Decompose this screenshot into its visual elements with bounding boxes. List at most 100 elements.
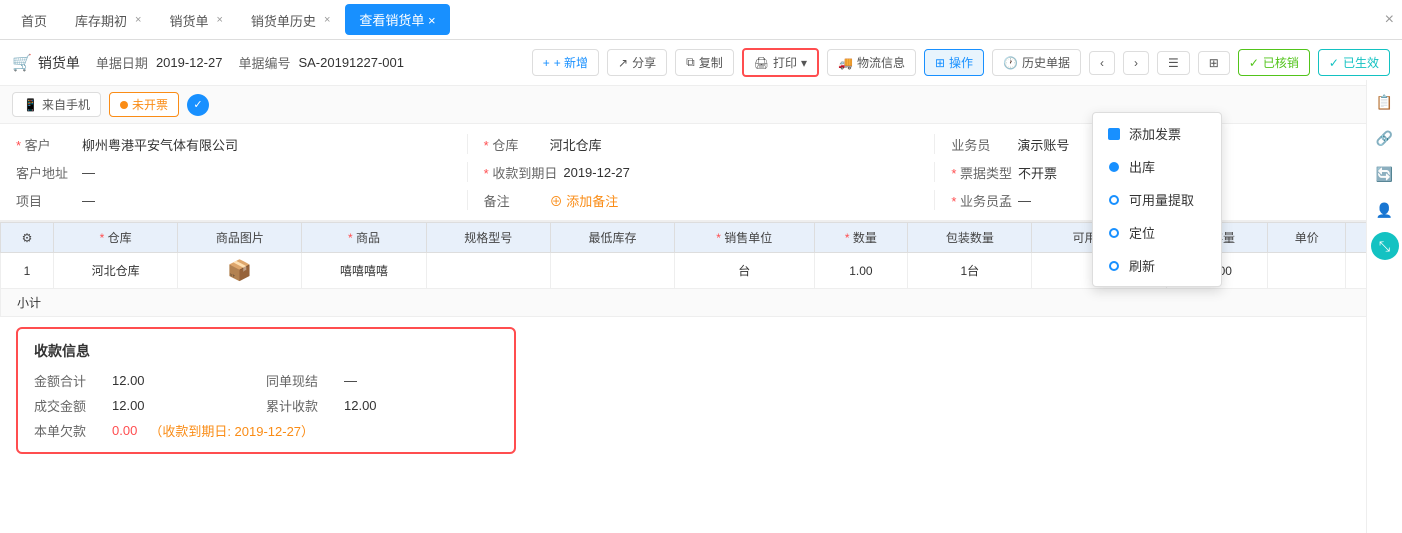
tab-sales-close[interactable]: × xyxy=(216,14,222,26)
view-grid-button[interactable]: ⊞ xyxy=(1198,51,1230,75)
locate-icon xyxy=(1107,226,1121,240)
tab-inventory-close[interactable]: × xyxy=(135,14,141,26)
cell-sales-unit: 台 xyxy=(675,253,815,289)
dropdown-item-outbound[interactable]: 出库 xyxy=(1093,150,1221,183)
from-phone-button[interactable]: 📱 来自手机 xyxy=(12,92,101,117)
tab-home-label: 首页 xyxy=(21,11,47,30)
project-value: — xyxy=(82,193,95,208)
col-image: 商品图片 xyxy=(178,223,302,253)
plus-icon: + xyxy=(543,56,550,70)
warehouse-field: 仓库 河北仓库 xyxy=(484,135,919,154)
sales-icon: 🛒 xyxy=(12,53,32,73)
outbound-label: 出库 xyxy=(1129,157,1155,176)
refresh-label: 刷新 xyxy=(1129,256,1155,275)
date-value: 2019-12-27 xyxy=(156,55,223,70)
col-product: 商品 xyxy=(302,223,426,253)
address-field: 客户地址 — xyxy=(16,163,451,182)
ticket-type-label: 票据类型 xyxy=(951,163,1012,182)
share-button[interactable]: ↗ 分享 xyxy=(607,49,667,76)
cell-package-qty: 1台 xyxy=(908,253,1032,289)
current-due-row: 本单欠款 0.00 （收款到期日: 2019-12-27） xyxy=(34,421,498,440)
panel-icon-expand[interactable]: ⤡ xyxy=(1371,232,1399,260)
view-list-button[interactable]: ☰ xyxy=(1157,51,1190,75)
customer-label: 客户 xyxy=(16,135,76,154)
nav-prev-button[interactable]: ‹ xyxy=(1089,51,1115,75)
close-all-button[interactable]: × xyxy=(1385,11,1394,29)
cumulative-label: 累计收款 xyxy=(266,396,336,415)
phone-icon: 📱 xyxy=(23,98,38,112)
dropdown-item-refresh[interactable]: 刷新 xyxy=(1093,249,1221,282)
not-open-button[interactable]: 未开票 xyxy=(109,92,179,117)
available-qty-label: 可用量提取 xyxy=(1129,190,1194,209)
effective-status-button[interactable]: ✓ 已生效 xyxy=(1318,49,1390,76)
col-package-qty: 包装数量 xyxy=(908,223,1032,253)
total-value: 12.00 xyxy=(112,373,145,388)
deal-amount-label: 成交金额 xyxy=(34,396,104,415)
dropdown-item-add-invoice[interactable]: 添加发票 xyxy=(1093,117,1221,150)
sep6 xyxy=(934,190,935,210)
cell-product: 嘻嘻嘻嘻 xyxy=(302,253,426,289)
employee-label: 业务员 xyxy=(951,135,1011,154)
copy-icon: ⧉ xyxy=(686,55,695,70)
cell-image: 📦 xyxy=(178,253,302,289)
print-button[interactable]: 🖨 打印 ▾ xyxy=(742,48,819,77)
dropdown-item-available-qty[interactable]: 可用量提取 xyxy=(1093,183,1221,216)
address-label: 客户地址 xyxy=(16,163,76,182)
share-icon: ↗ xyxy=(618,56,628,70)
current-due-value: 0.00 xyxy=(112,423,137,438)
current-due-label: 本单欠款 xyxy=(34,421,104,440)
sep2 xyxy=(934,134,935,154)
dropdown-item-locate[interactable]: 定位 xyxy=(1093,216,1221,249)
customer-field: 客户 柳州粤港平安气体有限公司 xyxy=(16,135,451,154)
main-area: 🛒 销货单 单据日期 2019-12-27 单据编号 SA-20191227-0… xyxy=(0,40,1402,533)
panel-icon-link[interactable]: 🔗 xyxy=(1371,124,1399,152)
employee-value: 演示账号 xyxy=(1017,135,1069,154)
doc-header: 🛒 销货单 单据日期 2019-12-27 单据编号 SA-20191227-0… xyxy=(0,40,1402,86)
tab-sales-history[interactable]: 销货单历史 × xyxy=(238,4,343,36)
payment-date-field: 收款到期日 2019-12-27 xyxy=(484,163,919,182)
panel-icon-refresh[interactable]: 🔄 xyxy=(1371,160,1399,188)
tab-home[interactable]: 首页 xyxy=(8,4,60,36)
same-order-label: 同单现结 xyxy=(266,371,336,390)
tab-sales-history-label: 销货单历史 xyxy=(251,11,316,30)
copy-button[interactable]: ⧉ 复制 xyxy=(675,49,734,76)
panel-icon-doc[interactable]: 📋 xyxy=(1371,88,1399,116)
doc-title-text: 销货单 xyxy=(38,53,80,73)
cell-spec xyxy=(426,253,550,289)
tab-sales-history-close[interactable]: × xyxy=(324,14,330,26)
cancel-status-button[interactable]: ✓ 已核销 xyxy=(1238,49,1310,76)
cell-seq: 1 xyxy=(1,253,54,289)
add-invoice-label: 添加发票 xyxy=(1129,124,1181,143)
truck-icon: 🚚 xyxy=(838,56,853,70)
tab-inventory[interactable]: 库存期初 × xyxy=(62,4,154,36)
logistics-button[interactable]: 🚚 物流信息 xyxy=(827,49,916,76)
subtotal-label: 小计 xyxy=(1,289,1402,317)
cell-warehouse: 河北仓库 xyxy=(54,253,178,289)
same-order-row: 同单现结 — xyxy=(266,371,498,390)
col-warehouse: 仓库 xyxy=(54,223,178,253)
new-button[interactable]: + + 新增 xyxy=(532,49,599,76)
warehouse-value: 河北仓库 xyxy=(550,135,602,154)
outbound-icon xyxy=(1107,160,1121,174)
history-icon: 🕐 xyxy=(1003,56,1018,70)
salesman-value: — xyxy=(1018,193,1031,208)
panel-icon-user[interactable]: 👤 xyxy=(1371,196,1399,224)
tab-query-sales[interactable]: 查看销货单 × xyxy=(345,4,449,35)
address-value: — xyxy=(82,165,95,180)
memo-label: 备注 xyxy=(484,191,544,210)
col-min-stock: 最低库存 xyxy=(550,223,674,253)
memo-add[interactable]: ⊕ 添加备注 xyxy=(550,191,619,210)
payment-date-label: 收款到期日 xyxy=(484,163,558,182)
same-order-value: — xyxy=(344,373,357,388)
tab-sales-label: 销货单 xyxy=(169,11,208,30)
tab-query-close[interactable]: × xyxy=(428,13,436,28)
deal-amount-row: 成交金额 12.00 xyxy=(34,396,266,415)
due-note: （收款到期日: 2019-12-27） xyxy=(149,421,314,440)
tab-sales[interactable]: 销货单 × xyxy=(156,4,235,36)
subtotal-row: 小计 xyxy=(1,289,1402,317)
confirm-button[interactable]: ✓ xyxy=(187,94,209,116)
nav-next-button[interactable]: › xyxy=(1123,51,1149,75)
operations-button[interactable]: ⊞ 操作 xyxy=(924,49,984,76)
history-button[interactable]: 🕐 历史单据 xyxy=(992,49,1081,76)
total-label: 金额合计 xyxy=(34,371,104,390)
